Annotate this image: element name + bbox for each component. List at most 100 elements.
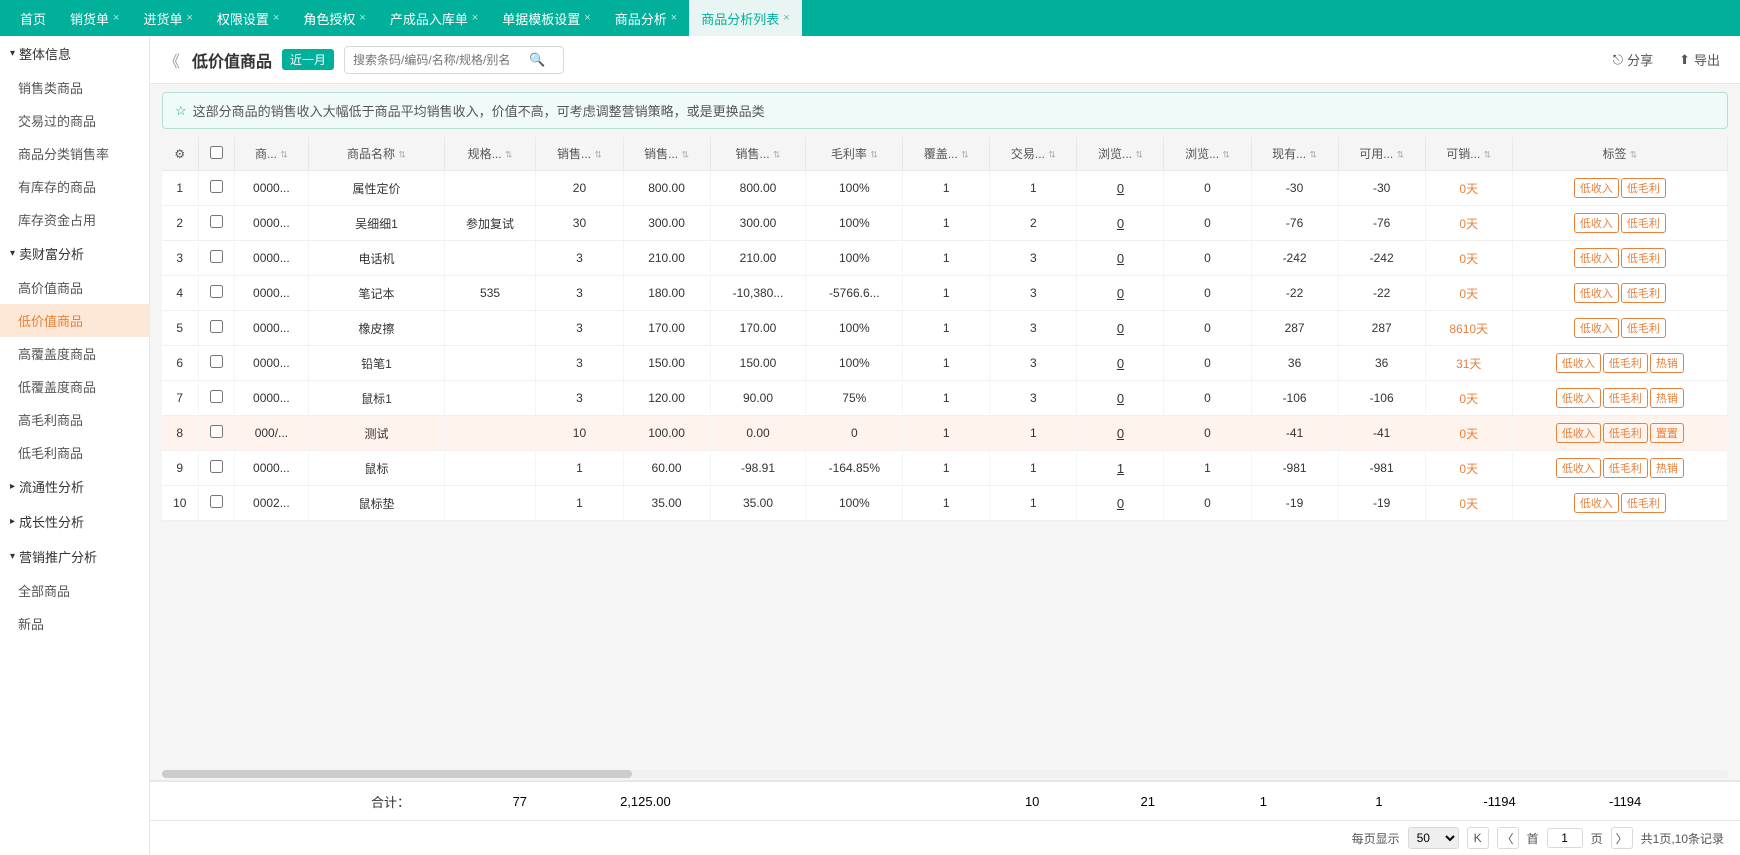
nav-close-permissions[interactable]: ×	[273, 12, 279, 24]
sidebar-item-low-coverage[interactable]: 低覆盖度商品	[0, 370, 149, 403]
sidebar-item-low-value[interactable]: 低价值商品	[0, 304, 149, 337]
search-input[interactable]	[353, 53, 523, 67]
settings-column-header[interactable]: ⚙	[162, 137, 198, 171]
current-stock-column-header[interactable]: 现有... ⇅	[1251, 137, 1338, 171]
horizontal-scrollbar[interactable]	[162, 770, 1728, 778]
code-column-header[interactable]: 商... ⇅	[234, 137, 309, 171]
row-checkbox-cell[interactable]	[198, 276, 234, 311]
row-checkbox-cell[interactable]	[198, 171, 234, 206]
nav-template[interactable]: 单据模板设置 ×	[490, 0, 602, 36]
row-checkbox[interactable]	[210, 425, 223, 438]
sidebar-item-stock-products[interactable]: 有库存的商品	[0, 170, 149, 203]
sidebar-item-low-margin[interactable]: 低毛利商品	[0, 436, 149, 469]
nav-close-purchase[interactable]: ×	[186, 12, 192, 24]
nav-permissions[interactable]: 权限设置 ×	[205, 0, 291, 36]
nav-warehouse[interactable]: 产成品入库单 ×	[378, 0, 490, 36]
row-view1[interactable]: 0	[1077, 311, 1164, 346]
nav-purchase-order[interactable]: 进货单 ×	[131, 0, 204, 36]
search-icon[interactable]: 🔍	[529, 52, 545, 68]
row-view1[interactable]: 0	[1077, 346, 1164, 381]
spec-column-header[interactable]: 规格... ⇅	[444, 137, 536, 171]
view2-column-header[interactable]: 浏览... ⇅	[1164, 137, 1251, 171]
sales-qty-column-header[interactable]: 销售... ⇅	[536, 137, 623, 171]
nav-product-analysis[interactable]: 商品分析 ×	[603, 0, 689, 36]
sidebar-group-growth[interactable]: ▸ 成长性分析	[0, 504, 149, 539]
row-view1[interactable]: 0	[1077, 381, 1164, 416]
row-checkbox[interactable]	[210, 180, 223, 193]
name-column-header[interactable]: 商品名称 ⇅	[309, 137, 444, 171]
row-checkbox-cell[interactable]	[198, 206, 234, 241]
current-page-input[interactable]	[1547, 828, 1583, 848]
checkbox-column-header[interactable]	[198, 137, 234, 171]
row-checkbox-cell[interactable]	[198, 241, 234, 276]
row-checkbox-cell[interactable]	[198, 486, 234, 521]
sellable-column-header[interactable]: 可销... ⇅	[1425, 137, 1512, 171]
nav-close-product-analysis[interactable]: ×	[671, 12, 677, 24]
nav-close-warehouse[interactable]: ×	[472, 12, 478, 24]
row-checkbox-cell[interactable]	[198, 451, 234, 486]
row-view1[interactable]: 1	[1077, 451, 1164, 486]
nav-home[interactable]: 首页	[8, 0, 58, 36]
share-button[interactable]: ⎋ 分享	[1605, 46, 1661, 73]
sidebar-item-traded-products[interactable]: 交易过的商品	[0, 104, 149, 137]
row-checkbox-cell[interactable]	[198, 311, 234, 346]
row-checkbox-cell[interactable]	[198, 381, 234, 416]
nav-close-roles[interactable]: ×	[359, 12, 365, 24]
row-checkbox[interactable]	[210, 215, 223, 228]
first-page-button[interactable]: K	[1467, 827, 1489, 849]
coverage-column-header[interactable]: 覆盖... ⇅	[903, 137, 990, 171]
sidebar-item-high-coverage[interactable]: 高覆盖度商品	[0, 337, 149, 370]
sidebar-item-high-margin[interactable]: 高毛利商品	[0, 403, 149, 436]
sidebar-group-marketing[interactable]: ▾ 营销推广分析	[0, 539, 149, 574]
nav-close-analysis-list[interactable]: ×	[783, 12, 789, 24]
row-view1[interactable]: 0	[1077, 241, 1164, 276]
select-all-checkbox[interactable]	[210, 146, 223, 159]
row-checkbox[interactable]	[210, 495, 223, 508]
row-sales-gross: 300.00	[710, 206, 806, 241]
collapse-button[interactable]: 《	[162, 50, 182, 70]
row-view1[interactable]: 0	[1077, 171, 1164, 206]
sidebar-item-new-products[interactable]: 新品	[0, 607, 149, 640]
nav-sales-order[interactable]: 销货单 ×	[58, 0, 131, 36]
row-view1[interactable]: 0	[1077, 206, 1164, 241]
row-checkbox-cell[interactable]	[198, 416, 234, 451]
next-page-button[interactable]: 〉	[1611, 827, 1633, 849]
date-filter-badge[interactable]: 近一月	[282, 49, 334, 70]
per-page-select[interactable]: 50 100 200	[1408, 827, 1459, 849]
sidebar-item-stock-capital[interactable]: 库存资金占用	[0, 203, 149, 236]
prev-page-button[interactable]: 〈	[1497, 827, 1519, 849]
product-tag: 低毛利	[1603, 388, 1648, 408]
sales-gross-column-header[interactable]: 销售... ⇅	[710, 137, 806, 171]
nav-analysis-list[interactable]: 商品分析列表 ×	[689, 0, 801, 36]
scrollbar-thumb[interactable]	[162, 770, 632, 778]
sidebar-group-wealth[interactable]: ▾ 卖财富分析	[0, 236, 149, 271]
export-button[interactable]: ⬆ 导出	[1671, 46, 1728, 73]
nav-close-sales-order[interactable]: ×	[113, 12, 119, 24]
row-checkbox[interactable]	[210, 250, 223, 263]
transaction-column-header[interactable]: 交易... ⇅	[990, 137, 1077, 171]
row-checkbox[interactable]	[210, 355, 223, 368]
row-checkbox[interactable]	[210, 320, 223, 333]
row-coverage: 1	[903, 416, 990, 451]
row-checkbox[interactable]	[210, 460, 223, 473]
sidebar-item-high-value[interactable]: 高价值商品	[0, 271, 149, 304]
view1-column-header[interactable]: 浏览... ⇅	[1077, 137, 1164, 171]
sidebar-item-category-sales-rate[interactable]: 商品分类销售率	[0, 137, 149, 170]
sidebar-group-overall[interactable]: ▾ 整体信息	[0, 36, 149, 71]
row-available: 36	[1338, 346, 1425, 381]
sidebar-item-all-products[interactable]: 全部商品	[0, 574, 149, 607]
available-column-header[interactable]: 可用... ⇅	[1338, 137, 1425, 171]
row-checkbox[interactable]	[210, 390, 223, 403]
nav-close-template[interactable]: ×	[584, 12, 590, 24]
row-view1[interactable]: 0	[1077, 416, 1164, 451]
gross-rate-column-header[interactable]: 毛利率 ⇅	[806, 137, 903, 171]
row-checkbox[interactable]	[210, 285, 223, 298]
sidebar-group-flow[interactable]: ▸ 流通性分析	[0, 469, 149, 504]
row-view1[interactable]: 0	[1077, 276, 1164, 311]
nav-roles[interactable]: 角色授权 ×	[291, 0, 377, 36]
tags-column-header[interactable]: 标签 ⇅	[1512, 137, 1727, 171]
sidebar-item-sales-products[interactable]: 销售类商品	[0, 71, 149, 104]
row-view1[interactable]: 0	[1077, 486, 1164, 521]
row-checkbox-cell[interactable]	[198, 346, 234, 381]
sales-amount-column-header[interactable]: 销售... ⇅	[623, 137, 710, 171]
